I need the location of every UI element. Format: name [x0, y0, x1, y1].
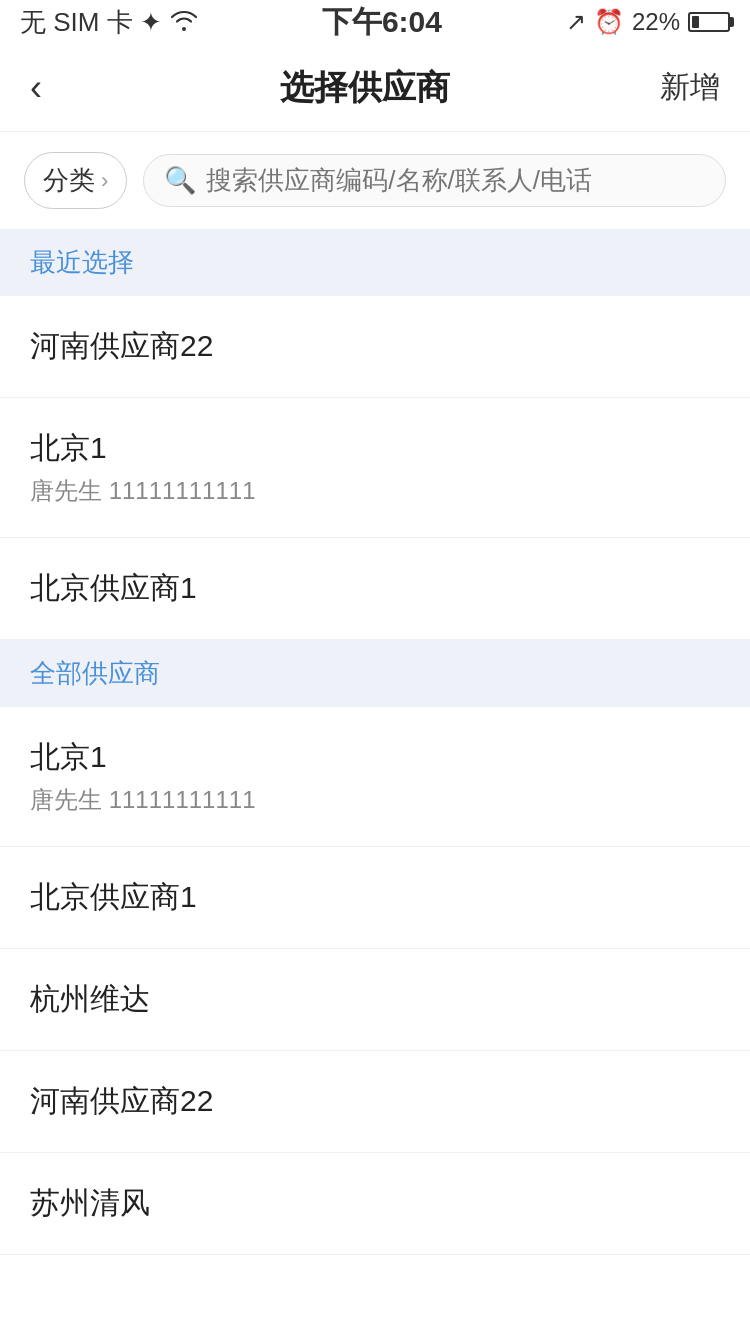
- item-name: 北京1: [30, 737, 720, 778]
- wifi-icon: [170, 7, 198, 38]
- search-bar: 分类 › 🔍: [0, 132, 750, 229]
- item-name: 北京供应商1: [30, 568, 720, 609]
- list-item[interactable]: 杭州维达: [0, 949, 750, 1051]
- item-subtitle: 唐先生 11111111111: [30, 475, 720, 507]
- list-item[interactable]: 北京1 唐先生 11111111111: [0, 398, 750, 538]
- page-title: 选择供应商: [280, 65, 450, 111]
- battery-icon: [688, 12, 730, 32]
- section-header-label-all: 全部供应商: [30, 658, 160, 688]
- item-name: 河南供应商22: [30, 1081, 720, 1122]
- section-header-all: 全部供应商: [0, 640, 750, 707]
- category-button[interactable]: 分类 ›: [24, 152, 127, 209]
- alarm-icon: ⏰: [594, 8, 624, 36]
- category-label: 分类: [43, 163, 95, 198]
- item-name: 杭州维达: [30, 979, 720, 1020]
- sim-status: 无 SIM 卡 ✦: [20, 5, 162, 40]
- nav-bar: ‹ 选择供应商 新增: [0, 44, 750, 132]
- item-subtitle: 唐先生 11111111111: [30, 784, 720, 816]
- list-item[interactable]: 北京供应商1: [0, 538, 750, 640]
- item-name: 北京1: [30, 428, 720, 469]
- add-button[interactable]: 新增: [640, 67, 720, 108]
- location-icon: ↗: [566, 8, 586, 36]
- item-name: 北京供应商1: [30, 877, 720, 918]
- status-right: ↗ ⏰ 22%: [566, 8, 730, 36]
- list-item[interactable]: 苏州清风: [0, 1153, 750, 1255]
- list-item[interactable]: 河南供应商22: [0, 1051, 750, 1153]
- section-header-label-recent: 最近选择: [30, 247, 134, 277]
- section-header-recent: 最近选择: [0, 229, 750, 296]
- search-input[interactable]: [206, 165, 705, 196]
- status-left: 无 SIM 卡 ✦: [20, 5, 198, 40]
- list-item[interactable]: 北京供应商1: [0, 847, 750, 949]
- item-name: 河南供应商22: [30, 326, 720, 367]
- status-bar: 无 SIM 卡 ✦ 下午6:04 ↗ ⏰ 22%: [0, 0, 750, 44]
- back-button[interactable]: ‹: [30, 67, 90, 109]
- search-icon: 🔍: [164, 165, 196, 196]
- chevron-right-icon: ›: [101, 168, 108, 194]
- item-name: 苏州清风: [30, 1183, 720, 1224]
- list-container: 最近选择河南供应商22 北京1 唐先生 11111111111 北京供应商1 全部供应商…: [0, 229, 750, 1255]
- search-input-wrap: 🔍: [143, 154, 726, 207]
- list-item[interactable]: 河南供应商22: [0, 296, 750, 398]
- battery-text: 22%: [632, 8, 680, 36]
- list-item[interactable]: 北京1 唐先生 11111111111: [0, 707, 750, 847]
- status-time: 下午6:04: [322, 2, 442, 43]
